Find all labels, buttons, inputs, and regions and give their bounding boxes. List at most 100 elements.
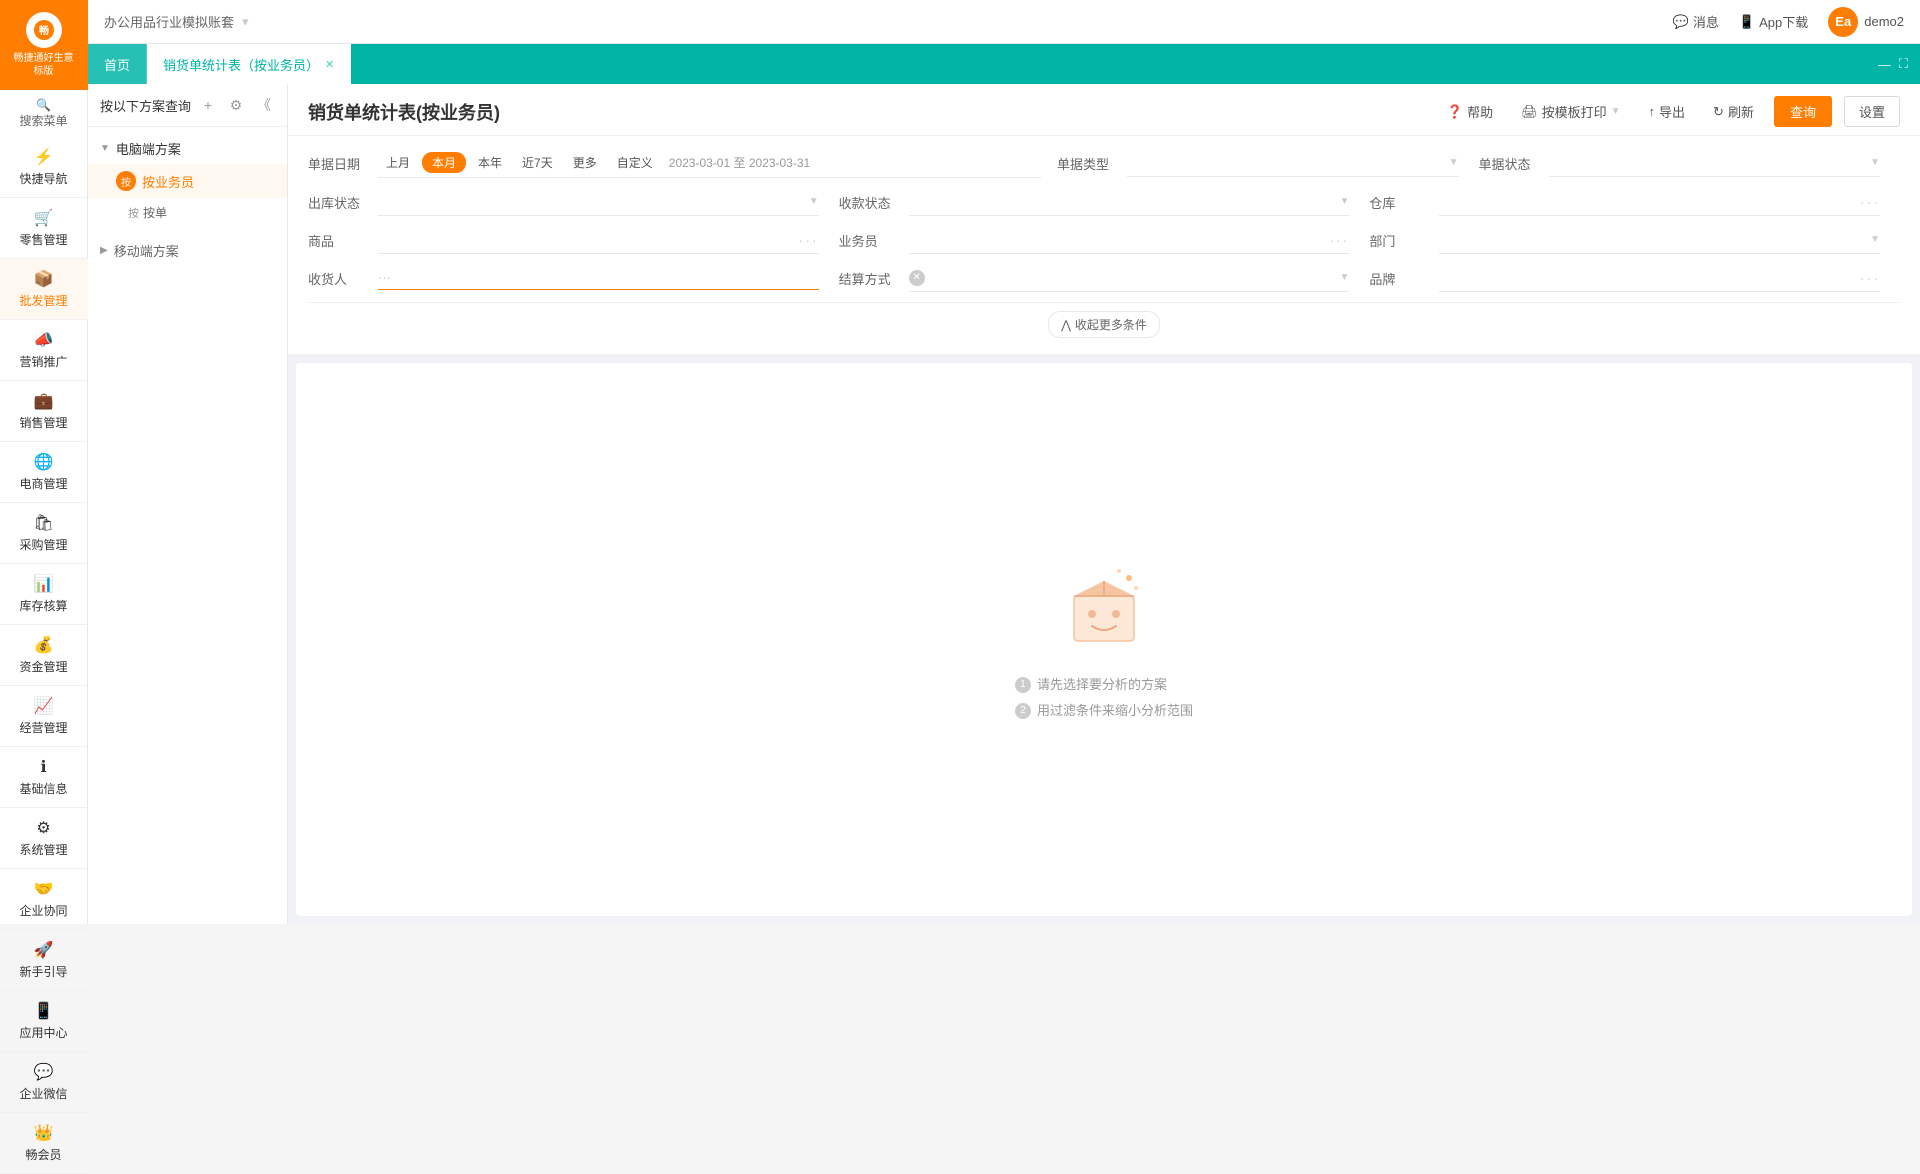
marketing-icon: 📣 [34, 330, 54, 350]
sidebar-item-label: 企业微信 [19, 1085, 67, 1102]
tab-home[interactable]: 首页 [88, 44, 147, 84]
settings-button[interactable]: 设置 [1844, 96, 1900, 127]
sidebar-item-ecom[interactable]: 🌐 电商管理 [0, 442, 88, 503]
date-btn-last-7-days[interactable]: 近7天 [514, 152, 561, 173]
user-menu[interactable]: Ea demo2 [1828, 7, 1904, 37]
doc-status-label: 单据状态 [1479, 154, 1549, 173]
retail-icon: 🛒 [34, 208, 54, 228]
date-range-text: 2023-03-01 至 2023-03-31 [669, 154, 810, 171]
date-btn-more[interactable]: 更多 [565, 152, 605, 173]
sidebar-item-quick-nav[interactable]: ⚡ 快捷导航 [0, 137, 88, 198]
collapse-row: ⋀ 收起更多条件 [308, 302, 1900, 342]
sidebar-item-retail-mgmt[interactable]: 🛒 零售管理 [0, 198, 88, 259]
sidebar-item-purchase[interactable]: 🛍 采购管理 [0, 503, 88, 564]
product-select[interactable]: ··· [378, 226, 819, 254]
print-template-button[interactable]: 🖨 按模板打印 ▼ [1513, 98, 1628, 125]
scheme-settings-icon[interactable]: ⚙ [225, 94, 247, 116]
sidebar-item-finance[interactable]: 💰 资金管理 [0, 625, 88, 686]
sidebar-item-label: 资金管理 [19, 658, 67, 675]
tab-sales-stat-label: 销货单统计表（按业务员） [163, 55, 319, 74]
product-dots-icon: ··· [799, 232, 819, 248]
data-area: 1 请先选择要分析的方案 2 用过滤条件来缩小分析范围 [296, 363, 1912, 916]
tree-mobile-parent[interactable]: ▶ 移动端方案 [88, 233, 287, 268]
guide-icon: 🚀 [34, 940, 54, 960]
sidebar-item-marketing[interactable]: 📣 营销推广 [0, 320, 88, 381]
page-actions: ❓ 帮助 🖨 按模板打印 ▼ ↑ 导出 ↻ 刷新 [1439, 96, 1900, 127]
warehouse-select[interactable]: ··· [1439, 188, 1880, 216]
tip-text-1: 请先选择要分析的方案 [1037, 672, 1167, 698]
tree-pc-parent[interactable]: ▼ 电脑端方案 [88, 133, 287, 164]
refresh-button[interactable]: ↻ 刷新 [1705, 98, 1762, 125]
settlement-arrow-icon: ▼ [1339, 272, 1349, 283]
sidebar-item-inventory[interactable]: 📊 库存核算 [0, 564, 88, 625]
refresh-label: 刷新 [1728, 102, 1754, 121]
inventory-icon: 📊 [34, 574, 54, 594]
top-header: 办公用品行业模拟账套 ▾ 💬 消息 📱 App下载 Ea demo2 [88, 0, 1920, 44]
sidebar-item-sales-mgmt[interactable]: 💼 销售管理 [0, 381, 88, 442]
avatar: Ea [1828, 7, 1858, 37]
date-btn-custom[interactable]: 自定义 [609, 152, 661, 173]
app-download-button[interactable]: 📱 App下载 [1739, 12, 1808, 31]
sidebar-item-label: 企业协同 [19, 902, 67, 919]
filter-row-1: 单据日期 上月 本月 本年 近7天 更多 自定义 2023-03-01 至 20… [308, 148, 1900, 178]
export-label: 导出 [1659, 102, 1685, 121]
sidebar-item-search-menu[interactable]: 🔍 搜索菜单 [0, 90, 88, 137]
sales-icon: 💼 [34, 391, 54, 411]
sidebar-item-label: 营销推广 [19, 353, 67, 370]
search-icon: 🔍 [36, 98, 51, 112]
app-logo[interactable]: 畅 畅捷通好生意 标版 [0, 0, 88, 90]
date-quick-buttons: 上月 本月 本年 近7天 更多 自定义 2023-03-01 至 2023-03… [378, 152, 810, 173]
sidebar-item-label: 经营管理 [19, 719, 67, 736]
search-button[interactable]: 查询 [1774, 96, 1832, 127]
doc-status-arrow-icon: ▼ [1870, 157, 1880, 168]
tab-sales-stat[interactable]: 销货单统计表（按业务员） ✕ [147, 44, 351, 84]
salesperson-icon: 按 [116, 171, 136, 191]
sidebar-item-wholesale-mgmt[interactable]: 📦 批发管理 [0, 259, 88, 320]
tab-close-icon[interactable]: ✕ [325, 58, 334, 71]
brand-select[interactable]: ··· [1439, 264, 1880, 292]
collapse-panel-icon[interactable]: 《 [253, 94, 275, 116]
tree-sub-by-order[interactable]: 按 按单 [88, 198, 287, 227]
add-scheme-button[interactable]: + [197, 94, 219, 116]
message-button[interactable]: 💬 消息 [1673, 12, 1719, 31]
sidebar-item-basic-info[interactable]: ℹ 基础信息 [0, 747, 88, 808]
svg-text:畅: 畅 [39, 24, 49, 37]
main-area: 办公用品行业模拟账套 ▾ 💬 消息 📱 App下载 Ea demo2 首页 销货… [88, 0, 1920, 924]
settlement-clear-button[interactable]: ✕ [909, 270, 925, 286]
receipt-status-select[interactable]: ▼ [909, 188, 1350, 216]
tab-minimize-icon[interactable]: — [1878, 57, 1891, 72]
collapse-more-button[interactable]: ⋀ 收起更多条件 [1048, 311, 1160, 338]
sidebar-item-label: 新手引导 [19, 963, 67, 980]
settlement-select[interactable]: ✕ ▼ [909, 264, 1350, 292]
sidebar-item-sys-mgmt[interactable]: ⚙ 系统管理 [0, 808, 88, 869]
consignee-input-control[interactable]: ··· [378, 266, 819, 290]
sidebar-item-new-guide[interactable]: 🚀 新手引导 [0, 930, 88, 991]
sidebar: 畅 畅捷通好生意 标版 🔍 搜索菜单 ⚡ 快捷导航 🛒 零售管理 📦 批发管理 … [0, 0, 88, 924]
tip-text-2: 用过滤条件来缩小分析范围 [1037, 698, 1193, 724]
help-button[interactable]: ❓ 帮助 [1439, 98, 1501, 125]
left-panel-actions: + ⚙ 《 [197, 94, 275, 116]
collapse-label: 收起更多条件 [1075, 316, 1147, 333]
date-btn-this-month[interactable]: 本月 [422, 152, 466, 173]
out-status-select[interactable]: ▼ [378, 188, 819, 216]
export-button[interactable]: ↑ 导出 [1641, 98, 1694, 125]
print-caret-icon: ▼ [1611, 106, 1621, 117]
tree-child-by-salesperson[interactable]: 按 按业务员 [88, 164, 287, 198]
wholesale-icon: 📦 [34, 269, 54, 289]
date-btn-this-year[interactable]: 本年 [470, 152, 510, 173]
doc-type-select[interactable]: ▼ [1127, 149, 1459, 177]
sidebar-item-member[interactable]: 👑 畅会员 [0, 1113, 88, 1174]
help-label: 帮助 [1467, 102, 1493, 121]
sidebar-item-ops-mgmt[interactable]: 📈 经营管理 [0, 686, 88, 747]
sidebar-item-corp-collab[interactable]: 🤝 企业协同 [0, 869, 88, 930]
doc-status-select[interactable]: ▼ [1549, 149, 1881, 177]
sidebar-item-corp-wechat[interactable]: 💬 企业微信 [0, 1052, 88, 1113]
date-btn-last-month[interactable]: 上月 [378, 152, 418, 173]
print-icon: 🖨 [1521, 104, 1538, 120]
salesperson-select[interactable]: ··· [909, 226, 1350, 254]
dept-select[interactable]: ▼ [1439, 226, 1880, 254]
breadcrumb-arrow[interactable]: ▾ [242, 14, 249, 30]
tree-pc-label: 电脑端方案 [116, 139, 181, 158]
tab-expand-icon[interactable]: ⛶ [1899, 56, 1908, 72]
sidebar-item-app-center[interactable]: 📱 应用中心 [0, 991, 88, 1052]
